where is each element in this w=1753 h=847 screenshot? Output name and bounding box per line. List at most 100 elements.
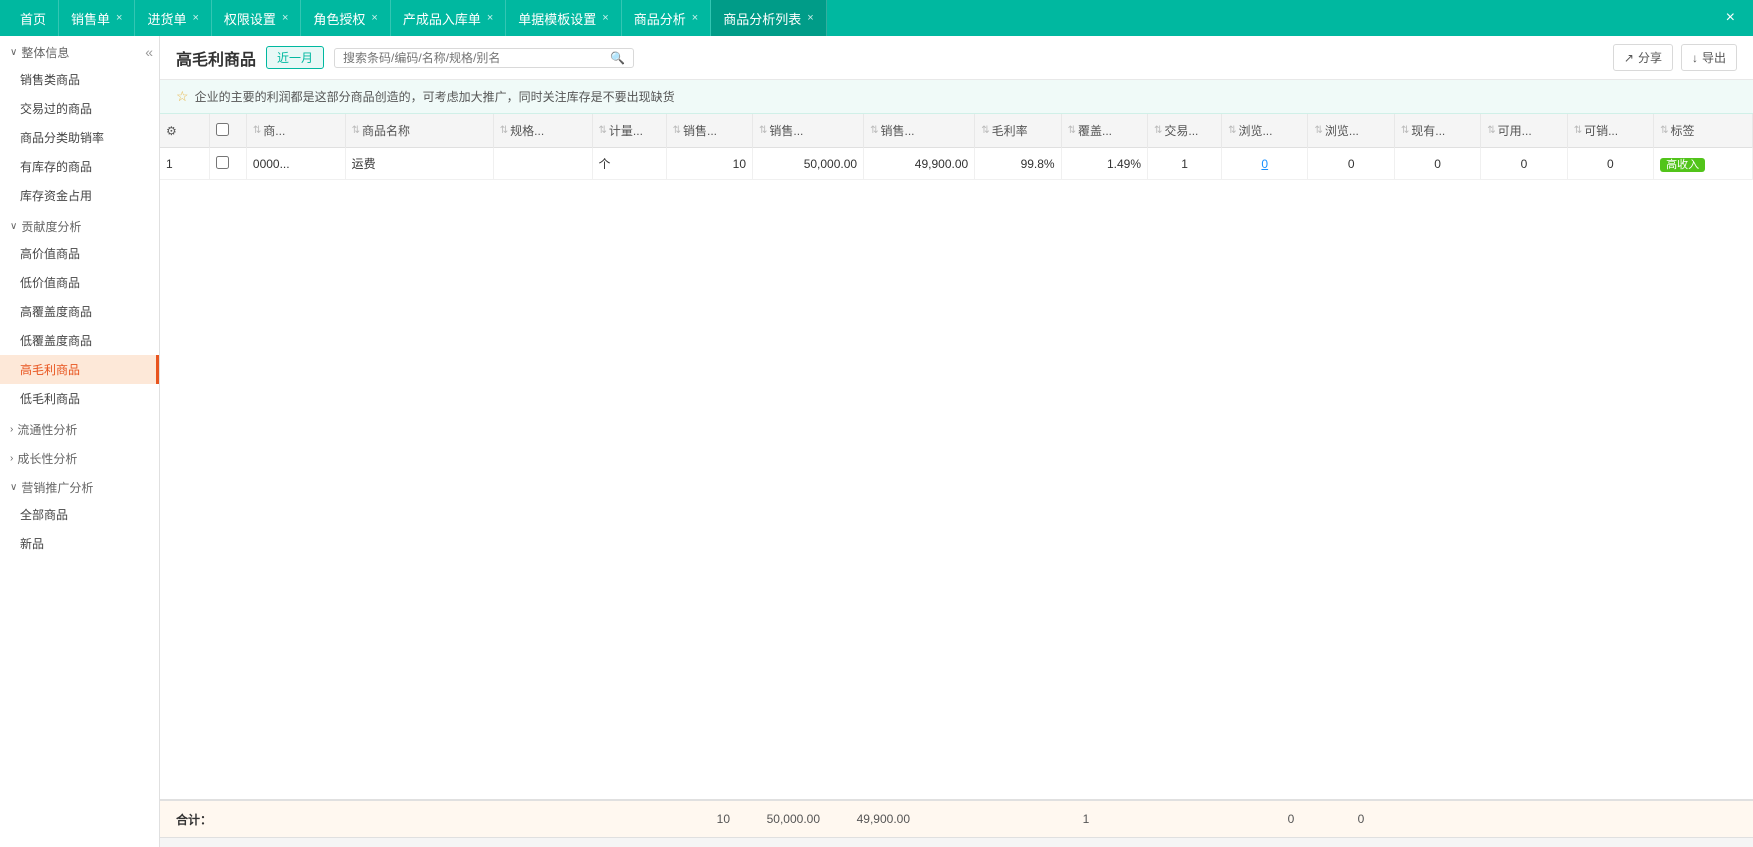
nav-tab-purchase[interactable]: 进货单× [135,0,211,36]
close-tab-analysis-list[interactable]: × [807,12,813,24]
nav-tab-product-in[interactable]: 产成品入库单× [391,0,506,36]
col-header-name[interactable]: ⇅商品名称 [345,114,493,148]
select-all-checkbox[interactable] [216,123,229,136]
cell-code: 0000... [246,148,345,180]
col-header-tag[interactable]: ⇅标签 [1654,114,1753,148]
filter-period-button[interactable]: 近一月 [266,46,324,69]
cell-browse2: 0 [1308,148,1394,180]
footer-cell-13 [1186,812,1256,826]
col-header-sales1[interactable]: ⇅销售... [666,114,752,148]
col-header-unit[interactable]: ⇅计量... [592,114,666,148]
row-checkbox[interactable] [216,156,229,169]
nav-tab-role[interactable]: 角色授权× [301,0,390,36]
sidebar-item-sales-goods[interactable]: 销售类商品 [0,65,159,94]
footer-cell-2 [326,812,406,826]
footer-cell-8: 49,900.00 [826,812,916,826]
footer-cell-16 [1396,812,1466,826]
sidebar-item-new-goods[interactable]: 新品 [0,529,159,558]
col-header-current[interactable]: ⇅现有... [1394,114,1480,148]
col-header-browse1[interactable]: ⇅浏览... [1222,114,1308,148]
nav-tab-permission[interactable]: 权限设置× [212,0,301,36]
cell-browse1: 0 [1222,148,1308,180]
sidebar-collapse-button[interactable]: « [145,44,153,60]
sidebar-item-high-gross[interactable]: 高毛利商品 [0,355,159,384]
group-label: 流通性分析 [17,421,77,438]
col-header-sales2[interactable]: ⇅销售... [753,114,864,148]
info-banner-text: 企业的主要的利润都是这部分商品创造的，可考虑加大推广，同时关注库存是不要出现缺货 [195,88,675,105]
col-label-browse2: 浏览... [1325,122,1359,139]
sidebar-item-category-rate[interactable]: 商品分类助销率 [0,123,159,152]
col-sort-icon: ⇅ [599,125,607,136]
col-label-browse1: 浏览... [1238,122,1272,139]
footer-cell-10 [986,812,1056,826]
col-header-cb[interactable] [209,114,246,148]
export-icon: ↓ [1692,51,1698,65]
sidebar-item-all-goods[interactable]: 全部商品 [0,500,159,529]
sidebar-item-high-coverage[interactable]: 高覆盖度商品 [0,297,159,326]
search-input[interactable] [343,51,610,65]
col-header-code[interactable]: ⇅商... [246,114,345,148]
export-button[interactable]: ↓ 导出 [1681,44,1737,71]
col-sort-icon: ⇅ [1154,125,1162,136]
sidebar-item-low-value[interactable]: 低价值商品 [0,268,159,297]
col-label-avail: 可用... [1498,122,1532,139]
nav-tab-template[interactable]: 单据模板设置× [506,0,621,36]
cell-sellable: 0 [1567,148,1653,180]
close-tab-sales[interactable]: × [116,12,122,24]
bottom-scrollbar[interactable] [160,837,1753,847]
close-tab-permission[interactable]: × [282,12,288,24]
col-header-browse2[interactable]: ⇅浏览... [1308,114,1394,148]
sidebar-group-overall[interactable]: ∨整体信息 [0,36,159,65]
sidebar-group-liquidity[interactable]: ›流通性分析 [0,413,159,442]
search-icon[interactable]: 🔍 [610,51,625,65]
nav-tab-analysis-list[interactable]: 商品分析列表× [711,0,826,36]
sidebar-group-marketing[interactable]: ∨营销推广分析 [0,471,159,500]
col-header-avail[interactable]: ⇅可用... [1481,114,1567,148]
cell-avail: 0 [1481,148,1567,180]
sidebar-item-traded-goods[interactable]: 交易过的商品 [0,94,159,123]
header-actions: ↗ 分享 ↓ 导出 [1613,44,1737,71]
nav-tab-home[interactable]: 首页 [8,0,59,36]
sidebar-group-contribution[interactable]: ∨贡献度分析 [0,210,159,239]
share-button[interactable]: ↗ 分享 [1613,44,1673,71]
footer-cell-6: 10 [666,812,736,826]
col-label-sellable: 可销... [1584,122,1618,139]
page-title: 高毛利商品 [176,46,256,70]
close-tab-template[interactable]: × [602,12,608,24]
sidebar-item-low-gross[interactable]: 低毛利商品 [0,384,159,413]
close-tab-role[interactable]: × [371,12,377,24]
nav-tab-analysis[interactable]: 商品分析× [622,0,711,36]
col-header-coverage[interactable]: ⇅覆盖... [1061,114,1147,148]
cell-sales1: 10 [666,148,752,180]
col-header-grossRate[interactable]: ⇅毛利率 [975,114,1061,148]
settings-icon[interactable]: ⚙ [166,124,177,138]
table-container[interactable]: ⚙⇅商...⇅商品名称⇅规格...⇅计量...⇅销售...⇅销售...⇅销售..… [160,114,1753,799]
close-tab-analysis[interactable]: × [692,12,698,24]
footer-cell-5 [606,812,666,826]
col-sort-icon: ⇅ [1401,125,1409,136]
sidebar-item-low-coverage[interactable]: 低覆盖度商品 [0,326,159,355]
col-header-spec[interactable]: ⇅规格... [493,114,592,148]
browse-link[interactable]: 0 [1261,157,1268,171]
sidebar-group-growth[interactable]: ›成长性分析 [0,442,159,471]
close-window-button[interactable]: × [1716,9,1745,27]
sidebar-item-high-value[interactable]: 高价值商品 [0,239,159,268]
footer-cell-11: 1 [1056,812,1116,826]
col-header-trade[interactable]: ⇅交易... [1148,114,1222,148]
cell-sales2: 50,000.00 [753,148,864,180]
group-label: 贡献度分析 [21,218,81,235]
col-label-grossRate: 毛利率 [992,122,1028,139]
col-header-no[interactable]: ⚙ [160,114,209,148]
col-sort-icon: ⇅ [1228,125,1236,136]
nav-tab-sales[interactable]: 销售单× [59,0,135,36]
group-label: 成长性分析 [17,450,77,467]
close-tab-product-in[interactable]: × [487,12,493,24]
cell-grossRate: 99.8% [975,148,1061,180]
col-header-sales3[interactable]: ⇅销售... [864,114,975,148]
col-header-sellable[interactable]: ⇅可销... [1567,114,1653,148]
close-tab-purchase[interactable]: × [192,12,198,24]
sidebar-item-in-stock[interactable]: 有库存的商品 [0,152,159,181]
sidebar-item-stock-fund[interactable]: 库存资金占用 [0,181,159,210]
col-label-code: 商... [263,122,285,139]
sidebar: « ∨整体信息销售类商品交易过的商品商品分类助销率有库存的商品库存资金占用∨贡献… [0,36,160,847]
